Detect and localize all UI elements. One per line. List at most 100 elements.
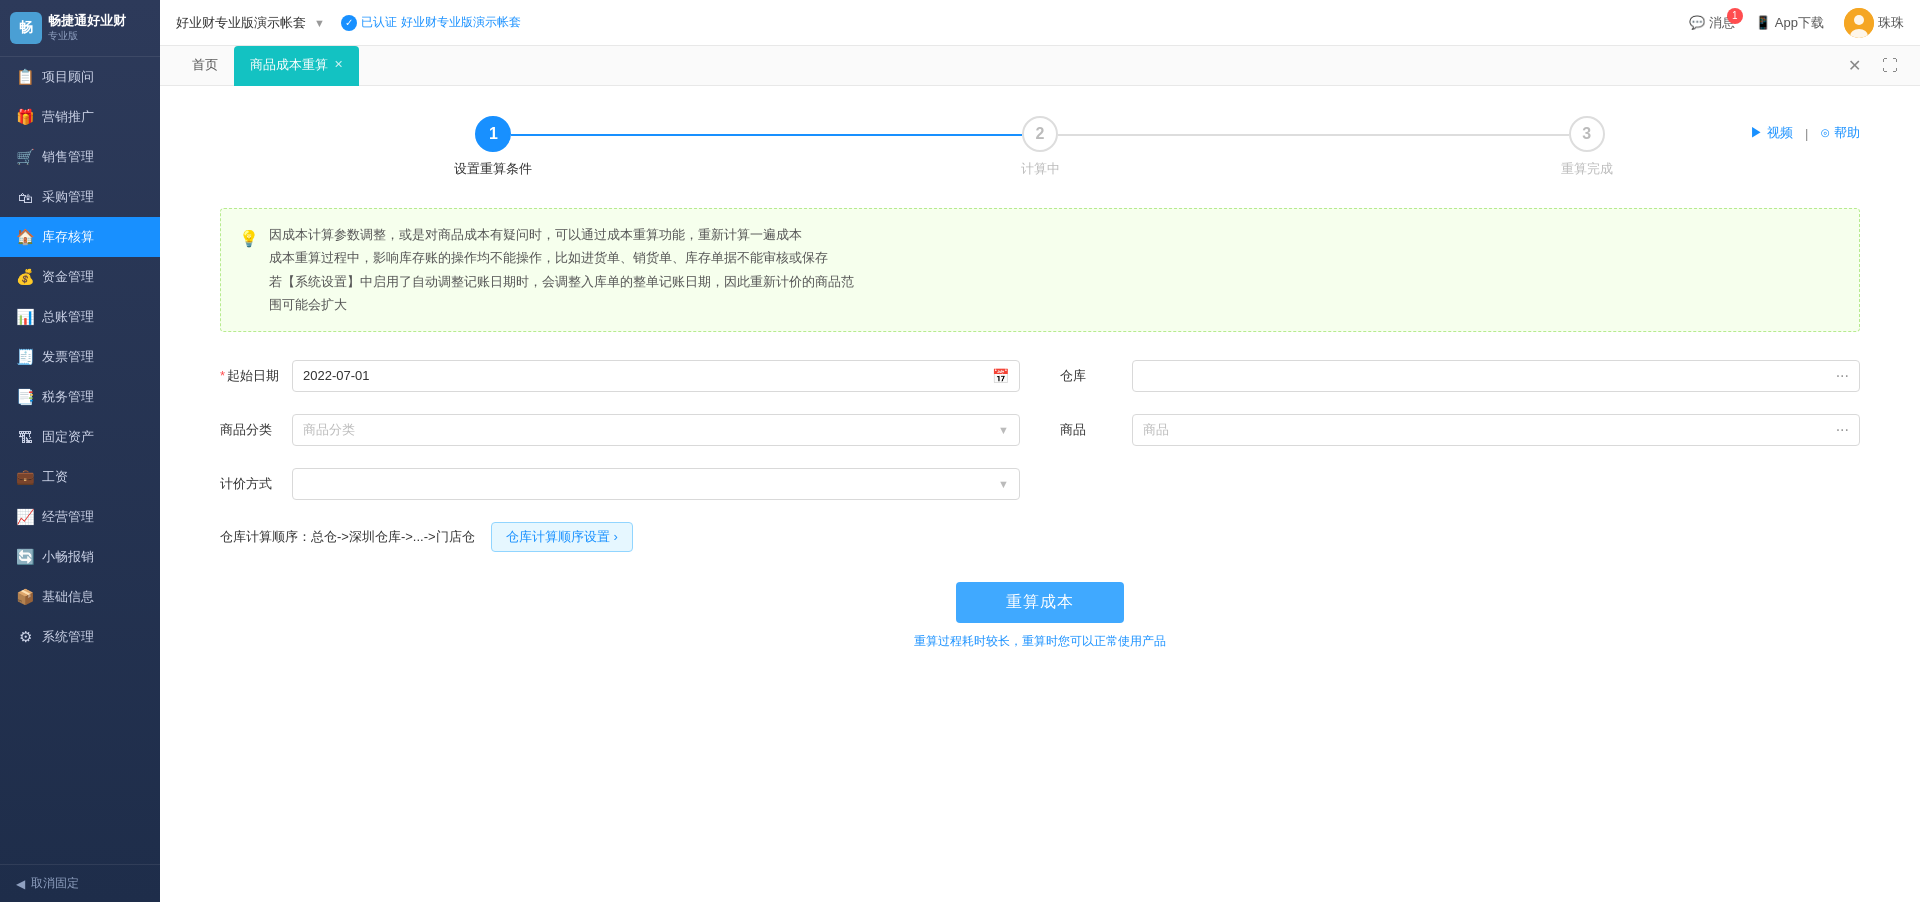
- info-line-4: 围可能会扩大: [269, 293, 854, 316]
- app-icon: 📱: [1755, 15, 1771, 30]
- category-field: 商品分类 商品分类 ▼: [220, 414, 1020, 446]
- sidebar-item-sales[interactable]: 🛒销售管理: [0, 137, 160, 177]
- price-method-arrow-icon: ▼: [998, 478, 1009, 490]
- topbar-account[interactable]: 好业财专业版演示帐套 ▼: [176, 14, 325, 32]
- marketing-icon: 🎁: [16, 108, 34, 126]
- sidebar-item-salary[interactable]: 💼 工资: [0, 457, 160, 497]
- warehouse-order-chevron-icon: ›: [614, 529, 618, 544]
- info-box-content: 因成本计算参数调整，或是对商品成本有疑问时，可以通过成本重算功能，重新计算一遍成…: [269, 223, 854, 317]
- help-link[interactable]: ⊙ 帮助: [1820, 124, 1860, 142]
- sidebar-label-salary: 工资: [42, 468, 68, 486]
- topbar: 好业财专业版演示帐套 ▼ ✓ 已认证 好业财专业版演示帐套 💬 消息 1 📱 A…: [160, 0, 1920, 46]
- step-2-label: 计算中: [1021, 160, 1060, 178]
- sidebar-item-invoice[interactable]: 🧾 发票管理: [0, 337, 160, 377]
- sidebar-label-accounting: 总账管理: [42, 308, 94, 326]
- start-date-label: *起始日期: [220, 367, 280, 385]
- inventory-icon: 🏠: [16, 228, 34, 246]
- sidebar-item-business[interactable]: 📈 经营管理: [0, 497, 160, 537]
- sidebar-footer-label: 取消固定: [31, 875, 79, 892]
- sidebar-item-accounting[interactable]: 📊总账管理: [0, 297, 160, 337]
- tabs-bar: 首页 商品成本重算 ✕ ✕ ⛶: [160, 46, 1920, 86]
- project-icon: 📋: [16, 68, 34, 86]
- warehouse-input[interactable]: ···: [1132, 360, 1860, 392]
- unpin-icon: ◀: [16, 877, 25, 891]
- price-method-field: 计价方式 ▼: [220, 468, 1020, 500]
- form-row-1: *起始日期 2022-07-01 📅 仓库 ···: [220, 360, 1860, 392]
- verified-account: 好业财专业版演示帐套: [401, 14, 521, 31]
- video-link[interactable]: ▶ 视频: [1750, 124, 1793, 142]
- sidebar-item-expense[interactable]: 🔄小畅报销: [0, 537, 160, 577]
- business-icon: 📈: [16, 508, 34, 526]
- tab-home[interactable]: 首页: [176, 46, 234, 86]
- recalc-button[interactable]: 重算成本: [956, 582, 1124, 623]
- expense-icon: 🔄: [16, 548, 34, 566]
- sidebar-item-tax[interactable]: 📑税务管理: [0, 377, 160, 417]
- app-download-button[interactable]: 📱 App下载: [1755, 14, 1824, 32]
- sidebar-label-finance: 资金管理: [42, 268, 94, 286]
- sidebar-item-purchase[interactable]: 🛍采购管理: [0, 177, 160, 217]
- tab-close-button[interactable]: ✕: [1840, 52, 1868, 80]
- goods-input[interactable]: 商品 ···: [1132, 414, 1860, 446]
- invoice-icon: 🧾: [16, 348, 34, 366]
- sidebar-logo: 畅: [10, 12, 42, 44]
- topbar-verified: ✓ 已认证 好业财专业版演示帐套: [341, 14, 521, 31]
- sidebar-nav: 📋 项目顾问 🎁 营销推广 🛒销售管理🛍采购管理🏠库存核算 💰 资金管理 📊总账管理 🧾 发票管理…: [0, 57, 160, 864]
- step-1-circle: 1: [475, 116, 511, 152]
- sidebar-item-project[interactable]: 📋 项目顾问: [0, 57, 160, 97]
- avatar: [1844, 8, 1874, 38]
- sidebar-app-title: 畅捷通好业财: [48, 13, 126, 29]
- user-avatar-button[interactable]: 珠珠: [1844, 8, 1904, 38]
- sidebar-item-marketing[interactable]: 🎁 营销推广: [0, 97, 160, 137]
- info-line-2: 成本重算过程中，影响库存账的操作均不能操作，比如进货单、销货单、库存单据不能审核…: [269, 246, 854, 269]
- recalc-section: 重算成本 重算过程耗时较长，重算时您可以正常使用产品: [220, 582, 1860, 650]
- app-label: App下载: [1775, 14, 1824, 32]
- start-date-field: *起始日期 2022-07-01 📅: [220, 360, 1020, 392]
- system-icon: ⚙: [16, 628, 34, 646]
- calendar-icon[interactable]: 📅: [992, 368, 1009, 384]
- tab-expand-button[interactable]: ⛶: [1876, 52, 1904, 80]
- sidebar-label-project: 项目顾问: [42, 68, 94, 86]
- step-1: 1 设置重算条件: [220, 116, 767, 178]
- main-area: 好业财专业版演示帐套 ▼ ✓ 已认证 好业财专业版演示帐套 💬 消息 1 📱 A…: [160, 0, 1920, 902]
- message-badge: 1: [1727, 8, 1743, 24]
- warehouse-order-label: 仓库计算顺序：总仓->深圳仓库->...->门店仓: [220, 528, 475, 546]
- sales-icon: 🛒: [16, 148, 34, 166]
- sidebar-label-marketing: 营销推广: [42, 108, 94, 126]
- price-method-select[interactable]: ▼: [292, 468, 1020, 500]
- recalc-hint: 重算过程耗时较长，重算时您可以正常使用产品: [914, 633, 1166, 650]
- goods-more-icon[interactable]: ···: [1836, 421, 1849, 439]
- warehouse-order-setting-button[interactable]: 仓库计算顺序设置 ›: [491, 522, 633, 552]
- tab-home-label: 首页: [192, 56, 218, 74]
- tab-cost-recalc[interactable]: 商品成本重算 ✕: [234, 46, 359, 86]
- finance-icon: 💰: [16, 268, 34, 286]
- sidebar-item-inventory[interactable]: 🏠库存核算: [0, 217, 160, 257]
- sidebar-title-block: 畅捷通好业财 专业版: [48, 13, 126, 43]
- tabs-right: ✕ ⛶: [1840, 52, 1904, 80]
- start-date-input[interactable]: 2022-07-01 📅: [292, 360, 1020, 392]
- salary-icon: 💼: [16, 468, 34, 486]
- basic-icon: 📦: [16, 588, 34, 606]
- form-row-2: 商品分类 商品分类 ▼ 商品 商品 ···: [220, 414, 1860, 446]
- tab-close-icon[interactable]: ✕: [334, 58, 343, 71]
- step-3-circle: 3: [1569, 116, 1605, 152]
- sidebar-item-basic[interactable]: 📦 基础信息: [0, 577, 160, 617]
- tax-icon: 📑: [16, 388, 34, 406]
- purchase-icon: 🛍: [16, 189, 34, 206]
- verified-text: 已认证: [361, 14, 397, 31]
- message-button[interactable]: 💬 消息 1: [1689, 14, 1735, 32]
- sidebar-label-business: 经营管理: [42, 508, 94, 526]
- info-line-3: 若【系统设置】中启用了自动调整记账日期时，会调整入库单的整单记账日期，因此重新计…: [269, 270, 854, 293]
- form-row-3: 计价方式 ▼: [220, 468, 1860, 500]
- sidebar-item-assets[interactable]: 🏗固定资产: [0, 417, 160, 457]
- step-3-label: 重算完成: [1561, 160, 1613, 178]
- sidebar-footer[interactable]: ◀ 取消固定: [0, 864, 160, 902]
- sidebar-label-system: 系统管理: [42, 628, 94, 646]
- category-select[interactable]: 商品分类 ▼: [292, 414, 1020, 446]
- warehouse-more-icon[interactable]: ···: [1836, 367, 1849, 385]
- sidebar-label-invoice: 发票管理: [42, 348, 94, 366]
- sidebar-item-system[interactable]: ⚙ 系统管理: [0, 617, 160, 657]
- message-icon: 💬: [1689, 15, 1705, 30]
- sidebar-item-finance[interactable]: 💰 资金管理: [0, 257, 160, 297]
- step-2-circle: 2: [1022, 116, 1058, 152]
- sidebar-label-basic: 基础信息: [42, 588, 94, 606]
